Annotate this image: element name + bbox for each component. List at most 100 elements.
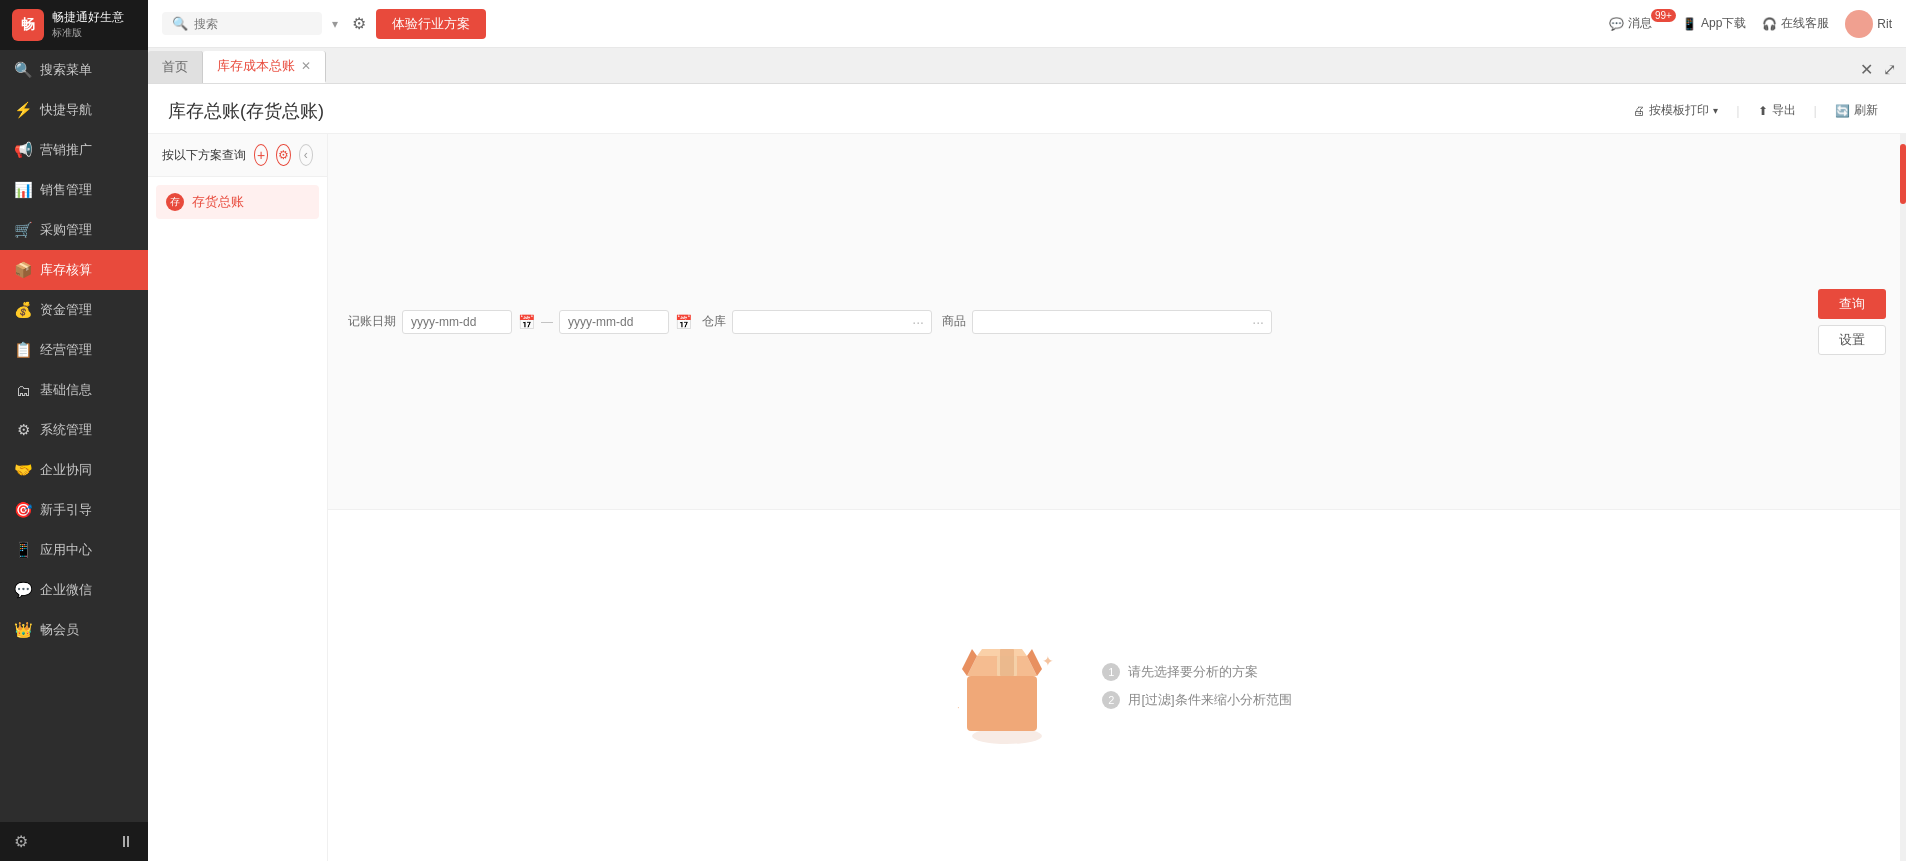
filter-collapse-button[interactable]: ‹ xyxy=(299,144,313,166)
user-avatar xyxy=(1845,10,1873,38)
empty-hints: 1 请先选择要分析的方案 2 用[过滤]条件来缩小分析范围 xyxy=(1102,663,1291,709)
tab-home[interactable]: 首页 xyxy=(148,51,203,83)
topbar: 🔍 ▾ ⚙ 体验行业方案 💬 消息 99+ 📱 App下载 🎧 在线客服 Rit xyxy=(148,0,1906,48)
hint-1-text: 请先选择要分析的方案 xyxy=(1128,663,1258,681)
warehouse-label: 仓库 xyxy=(702,313,726,330)
refresh-btn[interactable]: 🔄 刷新 xyxy=(1827,98,1886,123)
query-button[interactable]: 查询 xyxy=(1818,289,1886,319)
filter-add-button[interactable]: + xyxy=(254,144,268,166)
sidebar-item-enterprise[interactable]: 🤝 企业协同 xyxy=(0,450,148,490)
empty-state: ✦ · 1 请先选择要分析的方案 2 用[过滤]条件来缩小分析范围 xyxy=(328,510,1906,861)
export-btn[interactable]: ⬆ 导出 xyxy=(1750,98,1804,123)
app-download-item[interactable]: 📱 App下载 xyxy=(1682,15,1746,32)
sidebar-item-finance[interactable]: 💰 资金管理 xyxy=(0,290,148,330)
tab-close-icon[interactable]: ✕ xyxy=(301,59,311,73)
enterprise-icon: 🤝 xyxy=(14,461,32,479)
sidebar-item-wechat[interactable]: 💬 企业微信 xyxy=(0,570,148,610)
step-2-badge: 2 xyxy=(1102,691,1120,709)
sidebar: 畅 畅捷通好生意 标准版 🔍 搜索菜单 ⚡ 快捷导航 📢 营销推广 📊 销售管理… xyxy=(0,0,148,861)
sidebar-item-vip[interactable]: 👑 畅会员 xyxy=(0,610,148,650)
user-avatar-item[interactable]: Rit xyxy=(1845,10,1892,38)
topbar-right: 💬 消息 99+ 📱 App下载 🎧 在线客服 Rit xyxy=(1609,10,1892,38)
sidebar-item-appcenter[interactable]: 📱 应用中心 xyxy=(0,530,148,570)
goods-select-wrapper[interactable]: ··· xyxy=(972,310,1272,334)
search-conditions: 记账日期 📅 — 📅 仓库 ··· xyxy=(328,134,1906,510)
sidebar-item-label: 营销推广 xyxy=(40,141,92,159)
vip-icon: 👑 xyxy=(14,621,32,639)
sidebar-item-label: 系统管理 xyxy=(40,421,92,439)
toggle-sidebar-icon[interactable]: ⏸ xyxy=(118,833,134,851)
goods-input[interactable] xyxy=(972,310,1272,334)
close-x-button[interactable]: ✕ xyxy=(1856,56,1877,83)
logo-text: 畅捷通好生意 xyxy=(52,10,124,26)
sidebar-item-operations[interactable]: 📋 经营管理 xyxy=(0,330,148,370)
settings-button[interactable]: 设置 xyxy=(1818,325,1886,355)
messages-label: 消息 xyxy=(1628,15,1652,32)
date-separator: — xyxy=(541,315,553,329)
date-start-input[interactable] xyxy=(402,310,512,334)
sidebar-item-shortcut[interactable]: ⚡ 快捷导航 xyxy=(0,90,148,130)
warehouse-select-wrapper[interactable]: ··· xyxy=(732,310,932,334)
filter-scheme-button[interactable]: ⚙ xyxy=(276,144,290,166)
goods-condition-group: 商品 ··· xyxy=(942,310,1272,334)
system-icon: ⚙ xyxy=(14,421,32,439)
calendar-start-icon[interactable]: 📅 xyxy=(518,314,535,330)
industry-btn[interactable]: 体验行业方案 xyxy=(376,9,486,39)
home-tab-label: 首页 xyxy=(162,58,188,76)
guide-icon: 🎯 xyxy=(14,501,32,519)
sidebar-logo: 畅 畅捷通好生意 标准版 xyxy=(0,0,148,50)
print-btn[interactable]: 🖨 按模板打印 ▾ xyxy=(1625,98,1726,123)
right-panel: 记账日期 📅 — 📅 仓库 ··· xyxy=(328,134,1906,861)
topbar-gear-icon[interactable]: ⚙ xyxy=(352,14,366,33)
print-chevron-icon[interactable]: ▾ xyxy=(1713,105,1718,116)
topbar-chevron-icon[interactable]: ▾ xyxy=(332,17,338,31)
sidebar-item-guide[interactable]: 🎯 新手引导 xyxy=(0,490,148,530)
right-scrollbar[interactable] xyxy=(1900,134,1906,861)
sidebar-item-label: 销售管理 xyxy=(40,181,92,199)
topbar-search-box[interactable]: 🔍 xyxy=(162,12,322,35)
inventory-ledger-tab-label: 库存成本总账 xyxy=(217,57,295,75)
warehouse-input[interactable] xyxy=(732,310,932,334)
sidebar-item-marketing[interactable]: 📢 营销推广 xyxy=(0,130,148,170)
sidebar-item-label: 新手引导 xyxy=(40,501,92,519)
scheme-icon: 存 xyxy=(166,193,184,211)
sidebar-item-label: 企业协同 xyxy=(40,461,92,479)
scrollbar-thumb[interactable] xyxy=(1900,144,1906,204)
svg-rect-7 xyxy=(1000,649,1014,676)
online-service-item[interactable]: 🎧 在线客服 xyxy=(1762,15,1829,32)
scheme-item-inventory-total[interactable]: 存 存货总账 xyxy=(156,185,319,219)
page-header-actions: 🖨 按模板打印 ▾ | ⬆ 导出 | 🔄 刷新 xyxy=(1625,98,1886,123)
sidebar-item-search[interactable]: 🔍 搜索菜单 xyxy=(0,50,148,90)
svg-text:·: · xyxy=(957,702,960,713)
refresh-icon: 🔄 xyxy=(1835,104,1850,118)
settings-footer-icon[interactable]: ⚙ xyxy=(14,832,28,851)
step-1-badge: 1 xyxy=(1102,663,1120,681)
sidebar-item-label: 快捷导航 xyxy=(40,101,92,119)
sidebar-item-label: 资金管理 xyxy=(40,301,92,319)
online-service-label: 在线客服 xyxy=(1781,15,1829,32)
inventory-icon: 📦 xyxy=(14,261,32,279)
sidebar-item-basic[interactable]: 🗂 基础信息 xyxy=(0,370,148,410)
svg-text:✦: ✦ xyxy=(1042,653,1054,669)
sidebar-scroll: 🔍 搜索菜单 ⚡ 快捷导航 📢 营销推广 📊 销售管理 🛒 采购管理 📦 库存核… xyxy=(0,50,148,822)
tab-inventory-ledger[interactable]: 库存成本总账 ✕ xyxy=(203,51,326,83)
search-input[interactable] xyxy=(194,17,294,31)
sidebar-item-system[interactable]: ⚙ 系统管理 xyxy=(0,410,148,450)
date-end-input[interactable] xyxy=(559,310,669,334)
expand-button[interactable]: ⤢ xyxy=(1883,60,1896,79)
sidebar-item-label: 应用中心 xyxy=(40,541,92,559)
scheme-label: 存货总账 xyxy=(192,193,244,211)
print-label: 按模板打印 xyxy=(1649,102,1709,119)
logo-badge: 标准版 xyxy=(52,26,124,40)
messages-item[interactable]: 💬 消息 99+ xyxy=(1609,15,1666,32)
sidebar-item-sales[interactable]: 📊 销售管理 xyxy=(0,170,148,210)
sidebar-item-purchase[interactable]: 🛒 采购管理 xyxy=(0,210,148,250)
print-icon: 🖨 xyxy=(1633,104,1645,118)
page-content: 库存总账(存货总账) 🖨 按模板打印 ▾ | ⬆ 导出 | 🔄 刷新 xyxy=(148,84,1906,861)
sidebar-item-inventory[interactable]: 📦 库存核算 xyxy=(0,250,148,290)
calendar-end-icon[interactable]: 📅 xyxy=(675,314,692,330)
sidebar-item-label: 企业微信 xyxy=(40,581,92,599)
page-title: 库存总账(存货总账) xyxy=(168,99,324,123)
main-area: 🔍 ▾ ⚙ 体验行业方案 💬 消息 99+ 📱 App下载 🎧 在线客服 Rit xyxy=(148,0,1906,861)
appcenter-icon: 📱 xyxy=(14,541,32,559)
